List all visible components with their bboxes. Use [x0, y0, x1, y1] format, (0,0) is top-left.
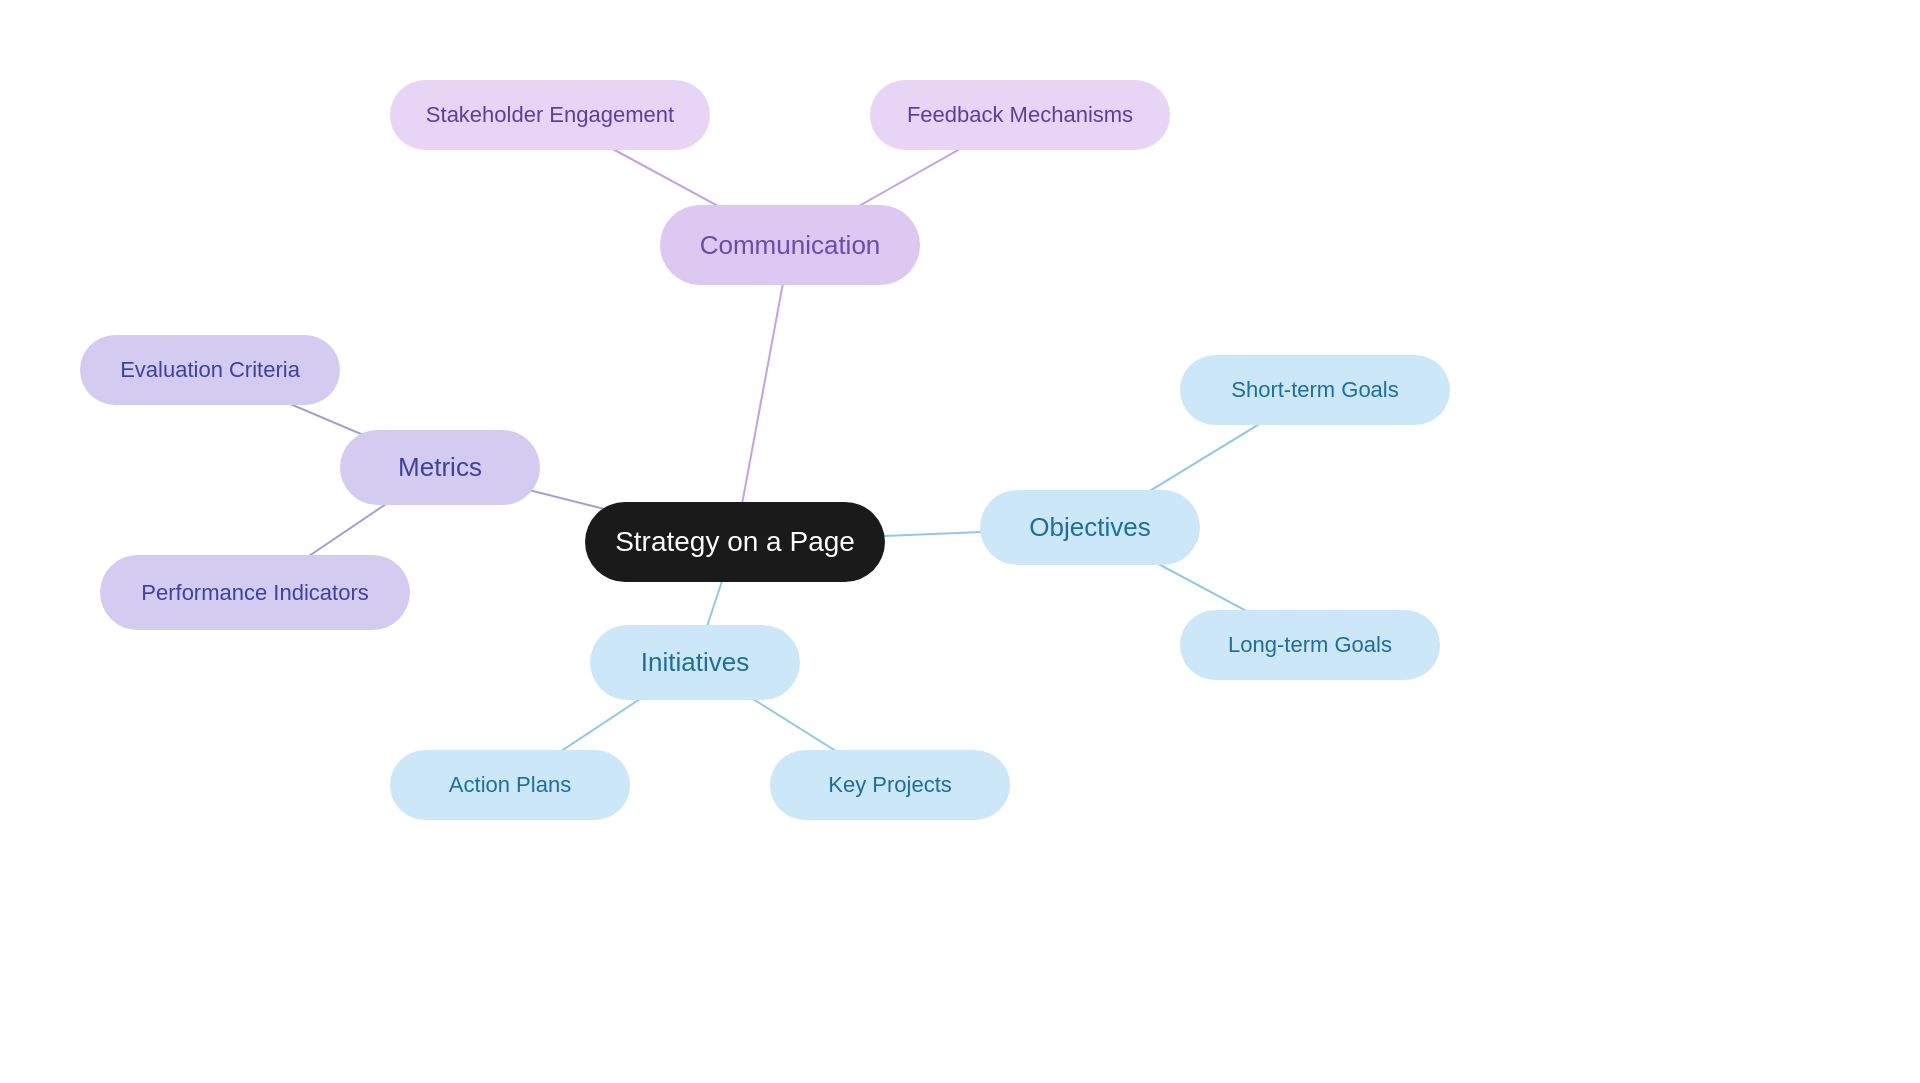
initiatives-label: Initiatives	[641, 647, 749, 678]
metrics-node[interactable]: Metrics	[340, 430, 540, 505]
actionplans-label: Action Plans	[449, 772, 571, 798]
evaluation-node[interactable]: Evaluation Criteria	[80, 335, 340, 405]
metrics-label: Metrics	[398, 452, 482, 483]
shortterm-label: Short-term Goals	[1231, 377, 1399, 403]
stakeholder-node[interactable]: Stakeholder Engagement	[390, 80, 710, 150]
stakeholder-label: Stakeholder Engagement	[426, 102, 674, 128]
longterm-label: Long-term Goals	[1228, 632, 1392, 658]
actionplans-node[interactable]: Action Plans	[390, 750, 630, 820]
initiatives-node[interactable]: Initiatives	[590, 625, 800, 700]
communication-node[interactable]: Communication	[660, 205, 920, 285]
objectives-node[interactable]: Objectives	[980, 490, 1200, 565]
feedback-label: Feedback Mechanisms	[907, 102, 1133, 128]
svg-line-0	[735, 245, 790, 542]
center-label: Strategy on a Page	[615, 526, 855, 558]
performance-node[interactable]: Performance Indicators	[100, 555, 410, 630]
keyprojects-label: Key Projects	[828, 772, 952, 798]
feedback-node[interactable]: Feedback Mechanisms	[870, 80, 1170, 150]
longterm-node[interactable]: Long-term Goals	[1180, 610, 1440, 680]
keyprojects-node[interactable]: Key Projects	[770, 750, 1010, 820]
performance-label: Performance Indicators	[141, 580, 368, 606]
center-node[interactable]: Strategy on a Page	[585, 502, 885, 582]
shortterm-node[interactable]: Short-term Goals	[1180, 355, 1450, 425]
evaluation-label: Evaluation Criteria	[120, 357, 300, 383]
communication-label: Communication	[700, 230, 881, 261]
objectives-label: Objectives	[1029, 512, 1150, 543]
